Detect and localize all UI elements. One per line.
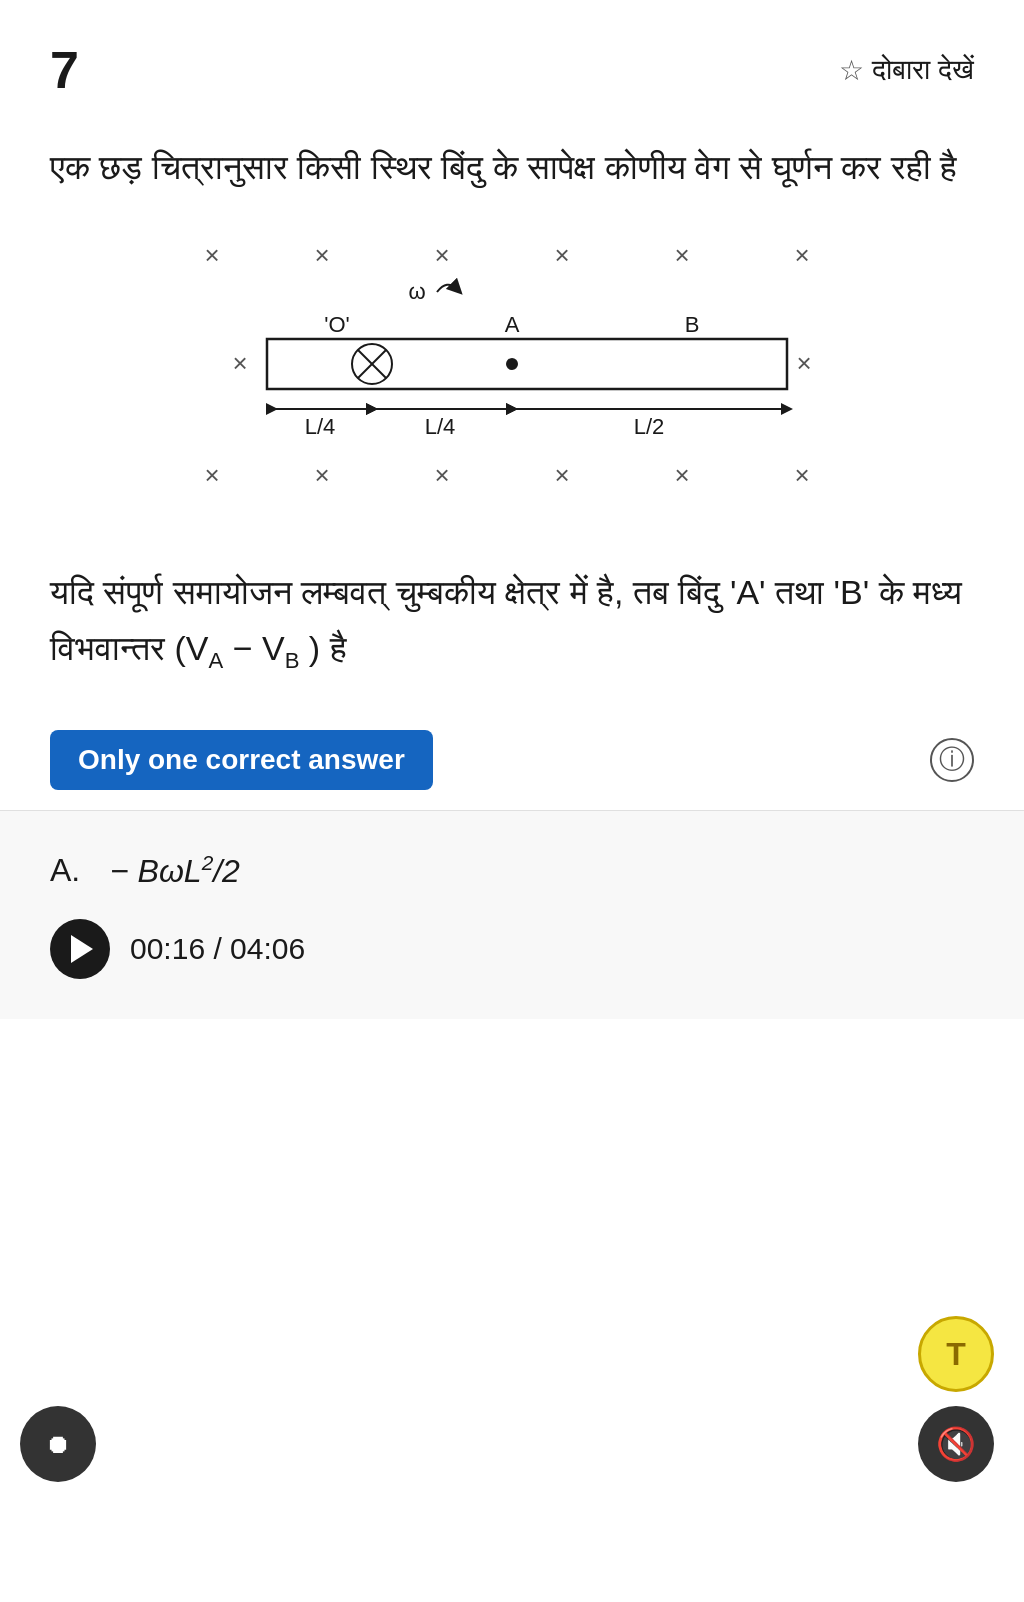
svg-text:A: A: [505, 312, 520, 337]
svg-text:×: ×: [794, 240, 809, 270]
record-icon[interactable]: ⏺: [20, 1406, 96, 1482]
question-header: 7 ☆ दोबारा देखें: [0, 0, 1024, 120]
svg-text:×: ×: [314, 460, 329, 490]
svg-text:×: ×: [554, 240, 569, 270]
floating-record-button[interactable]: ⏺: [20, 1406, 96, 1482]
floating-text-button[interactable]: T: [918, 1316, 994, 1392]
svg-text:×: ×: [794, 460, 809, 490]
svg-text:L/4: L/4: [305, 414, 336, 439]
floating-t-icon[interactable]: T: [918, 1316, 994, 1392]
svg-text:×: ×: [434, 240, 449, 270]
svg-text:'O': 'O': [324, 312, 350, 337]
question-text: एक छड़ चित्रानुसार किसी स्थिर बिंदु के स…: [0, 120, 1024, 224]
svg-text:×: ×: [434, 460, 449, 490]
svg-text:×: ×: [674, 240, 689, 270]
answer-option-a[interactable]: A. − BωL2/2: [50, 841, 974, 900]
option-formula-a: − BωL2/2: [110, 851, 240, 890]
svg-rect-7: [267, 339, 787, 389]
svg-text:B: B: [685, 312, 700, 337]
answer-area: A. − BωL2/2 00:16 / 04:06: [0, 810, 1024, 1020]
play-button[interactable]: [50, 919, 110, 979]
diagram-svg: × × × × × × ω: [50, 234, 974, 514]
svg-text:×: ×: [674, 460, 689, 490]
option-label-a: A.: [50, 852, 90, 889]
svg-text:×: ×: [796, 348, 811, 378]
page-container: 7 ☆ दोबारा देखें एक छड़ चित्रानुसार किसी…: [0, 0, 1024, 1602]
info-icon[interactable]: ⓘ: [930, 738, 974, 782]
sub-question-text: यदि संपूर्ण समायोजन लम्बवत् चुम्बकीय क्ष…: [0, 534, 1024, 699]
mute-icon[interactable]: 🔇: [918, 1406, 994, 1482]
svg-text:×: ×: [204, 240, 219, 270]
svg-text:ω: ω: [408, 279, 425, 304]
media-bar: 00:16 / 04:06: [50, 899, 974, 989]
svg-point-13: [506, 358, 518, 370]
diagram-container: × × × × × × ω: [0, 224, 1024, 534]
star-icon: ☆: [839, 54, 864, 87]
svg-text:×: ×: [314, 240, 329, 270]
only-one-correct-badge: Only one correct answer: [50, 730, 433, 790]
svg-text:L/2: L/2: [634, 414, 665, 439]
svg-text:×: ×: [232, 348, 247, 378]
review-label: दोबारा देखें: [872, 54, 974, 87]
question-number: 7: [50, 40, 79, 100]
svg-text:×: ×: [554, 460, 569, 490]
badge-row: Only one correct answer ⓘ: [0, 700, 1024, 810]
svg-text:×: ×: [204, 460, 219, 490]
svg-text:L/4: L/4: [425, 414, 456, 439]
floating-mute-button[interactable]: 🔇: [918, 1406, 994, 1482]
time-display: 00:16 / 04:06: [130, 932, 305, 966]
review-button[interactable]: ☆ दोबारा देखें: [839, 54, 974, 87]
play-triangle-icon: [71, 935, 93, 963]
